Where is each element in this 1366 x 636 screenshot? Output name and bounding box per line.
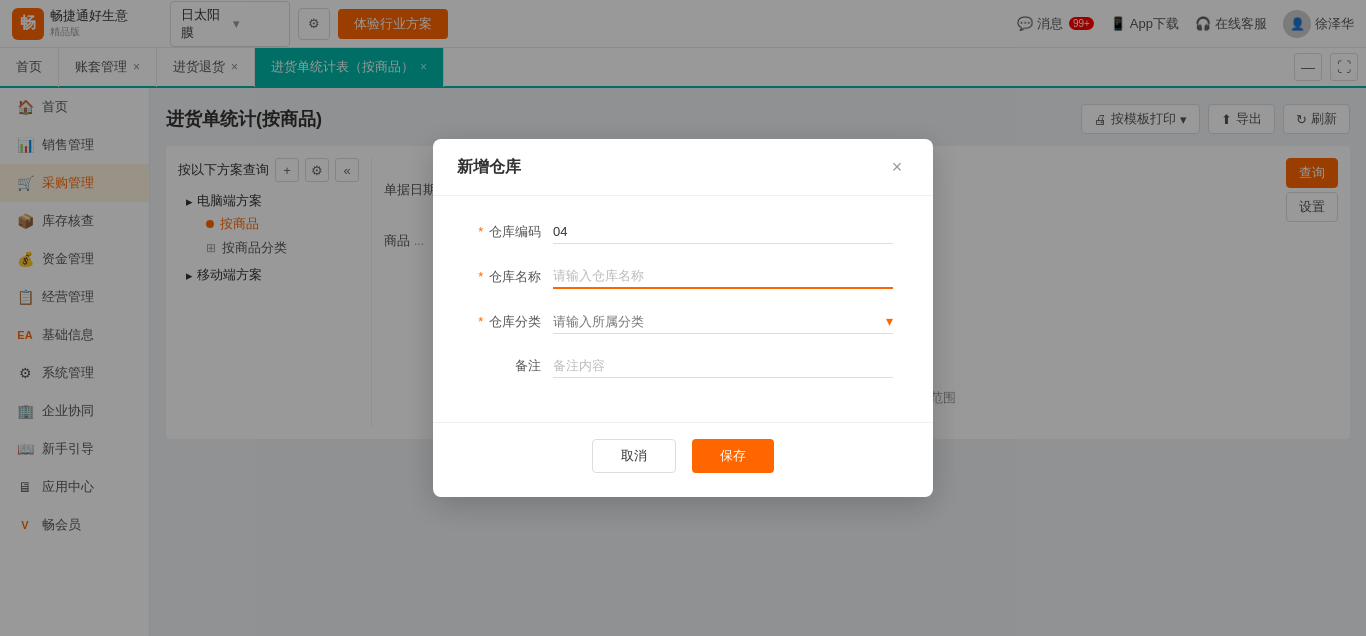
form-row-category: * 仓库分类 ▾ (473, 309, 893, 334)
form-row-name: * 仓库名称 (473, 264, 893, 289)
category-chevron-icon: ▾ (886, 313, 893, 329)
new-warehouse-modal: 新增仓库 × * 仓库编码 * 仓库名称 (433, 139, 933, 497)
name-input[interactable] (553, 264, 893, 289)
modal-title: 新增仓库 (457, 157, 521, 178)
form-row-remark: 备注 (473, 354, 893, 378)
remark-input[interactable] (553, 354, 893, 378)
modal-footer: 取消 保存 (433, 422, 933, 497)
modal-close-button[interactable]: × (885, 155, 909, 179)
code-input[interactable] (553, 220, 893, 244)
category-select[interactable]: ▾ (553, 309, 893, 334)
modal-overlay: 新增仓库 × * 仓库编码 * 仓库名称 (0, 0, 1366, 636)
remark-label: 备注 (473, 357, 553, 375)
category-label: * 仓库分类 (473, 313, 553, 331)
category-input[interactable] (553, 314, 886, 329)
code-label: * 仓库编码 (473, 223, 553, 241)
form-row-code: * 仓库编码 (473, 220, 893, 244)
name-label: * 仓库名称 (473, 268, 553, 286)
modal-body: * 仓库编码 * 仓库名称 * 仓库分类 (433, 196, 933, 422)
save-button[interactable]: 保存 (692, 439, 774, 473)
modal-header: 新增仓库 × (433, 139, 933, 196)
cancel-button[interactable]: 取消 (592, 439, 676, 473)
